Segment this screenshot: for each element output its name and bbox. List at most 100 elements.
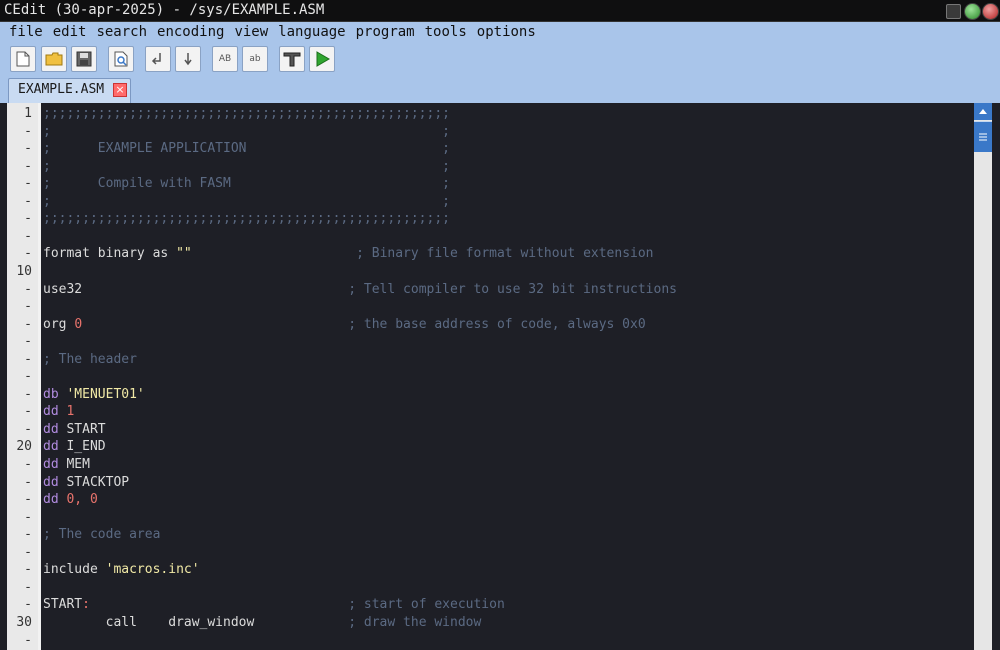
line-number: - <box>24 632 32 648</box>
line-number: - <box>24 316 32 332</box>
code-token: db <box>43 386 59 402</box>
code-line: use32 ; Tell compiler to use 32 bit inst… <box>43 281 677 299</box>
menu-language[interactable]: language <box>278 22 345 42</box>
code-token: ; The header <box>43 351 137 367</box>
line-number: - <box>24 228 32 244</box>
code-line: dd I_END <box>43 438 106 456</box>
indent-right-button[interactable] <box>175 46 201 72</box>
code-token: ; Binary file format without extension <box>356 246 654 262</box>
code-line: dd START <box>43 421 106 439</box>
menu-view[interactable]: view <box>234 22 268 42</box>
code-token: START <box>58 421 106 437</box>
code-line: org 0 ; the base address of code, always… <box>43 316 646 334</box>
minimize-icon[interactable] <box>964 3 981 20</box>
arrow-up-icon <box>979 109 987 114</box>
code-line: ;;;;;;;;;;;;;;;;;;;;;;;;;;;;;;;;;;;;;;;;… <box>43 105 450 123</box>
code-token: ; EXAMPLE APPLICATION ; <box>43 141 450 157</box>
code-token: format binary as <box>43 246 177 262</box>
code-token: use32 <box>43 281 83 297</box>
code-token: ; start of execution <box>348 597 505 613</box>
code-line: ; EXAMPLE APPLICATION ; <box>43 140 450 158</box>
code-line: include 'macros.inc' <box>43 561 200 579</box>
code-token: ; ; <box>43 123 450 139</box>
line-number: 10 <box>16 263 32 279</box>
code-line: START: ; start of execution <box>43 596 505 614</box>
find-button[interactable] <box>108 46 134 72</box>
close-window-icon[interactable] <box>982 3 999 20</box>
line-number: - <box>24 369 32 385</box>
code-token: 'macros.inc' <box>105 562 200 578</box>
title-bar[interactable]: CEdit (30-apr-2025) - /sys/EXAMPLE.ASM <box>0 0 1000 22</box>
menu-file[interactable]: file <box>9 22 43 42</box>
code-line: dd 1 <box>43 403 74 421</box>
uppercase-button[interactable]: AB <box>212 46 238 72</box>
code-token: START <box>43 597 83 613</box>
compile-button[interactable] <box>279 46 305 72</box>
lowercase-icon: ab <box>249 54 261 64</box>
menu-edit[interactable]: edit <box>53 22 87 42</box>
save-button[interactable] <box>71 46 97 72</box>
menu-tools[interactable]: tools <box>425 22 467 42</box>
code-line: ;;;;;;;;;;;;;;;;;;;;;;;;;;;;;;;;;;;;;;;;… <box>43 210 450 228</box>
top-panel: file edit search encoding view language … <box>0 22 1000 103</box>
line-number: 1 <box>24 106 32 121</box>
tab-example-asm[interactable]: EXAMPLE.ASM × <box>8 78 131 103</box>
line-number: - <box>24 176 32 192</box>
code-token: ; draw the window <box>348 614 482 630</box>
code-token: "" <box>176 246 192 262</box>
code-token: : <box>82 597 90 613</box>
code-token: ; ; <box>43 193 450 209</box>
run-icon <box>316 51 330 67</box>
uppercase-icon: AB <box>218 54 232 64</box>
line-number: - <box>24 509 32 525</box>
menu-options[interactable]: options <box>477 22 536 42</box>
code-line: dd MEM <box>43 456 90 474</box>
window-right-border <box>992 103 1000 650</box>
menu-program[interactable]: program <box>356 22 415 42</box>
open-file-button[interactable] <box>41 46 67 72</box>
scroll-up-button[interactable] <box>974 103 992 120</box>
vertical-scrollbar[interactable] <box>974 103 992 650</box>
code-token: dd <box>43 474 59 490</box>
open-folder-icon <box>45 52 63 66</box>
grip-icon <box>979 133 987 141</box>
code-token: org <box>43 316 75 332</box>
window-menu-icon[interactable] <box>946 4 961 19</box>
code-token: I_END <box>58 439 106 455</box>
menu-encoding[interactable]: encoding <box>157 22 224 42</box>
code-token: dd <box>43 439 59 455</box>
save-icon <box>76 51 92 67</box>
line-number: 20 <box>16 439 32 455</box>
line-number: - <box>24 544 32 560</box>
tab-label: EXAMPLE.ASM <box>18 82 105 97</box>
new-file-button[interactable] <box>10 46 36 72</box>
code-token: 1 <box>66 404 75 420</box>
code-token: ;;;;;;;;;;;;;;;;;;;;;;;;;;;;;;;;;;;;;;;;… <box>43 211 450 227</box>
menu-search[interactable]: search <box>96 22 147 42</box>
line-number: - <box>24 281 32 297</box>
line-number: - <box>24 492 32 508</box>
code-line: ; ; <box>43 158 450 176</box>
line-number: - <box>24 597 32 613</box>
code-line: ; The header <box>43 351 137 369</box>
indent-left-button[interactable] <box>145 46 171 72</box>
line-number: - <box>24 299 32 315</box>
code-line: format binary as "" ; Binary file format… <box>43 245 654 263</box>
run-button[interactable] <box>309 46 335 72</box>
new-file-icon <box>16 51 30 67</box>
code-token: dd <box>43 457 59 472</box>
code-line: ; ; <box>43 123 450 141</box>
code-token: 0, 0 <box>66 492 98 508</box>
code-editor[interactable]: ;;;;;;;;;;;;;;;;;;;;;;;;;;;;;;;;;;;;;;;;… <box>41 103 974 650</box>
close-tab-icon[interactable]: × <box>113 83 127 97</box>
code-line: call draw_window ; draw the window <box>43 614 482 632</box>
line-number: - <box>24 351 32 367</box>
line-number: - <box>24 579 32 595</box>
scrollbar-thumb[interactable] <box>974 121 992 152</box>
code-line: ; The code area <box>43 526 160 544</box>
lowercase-button[interactable]: ab <box>242 46 268 72</box>
line-number: - <box>24 404 32 420</box>
